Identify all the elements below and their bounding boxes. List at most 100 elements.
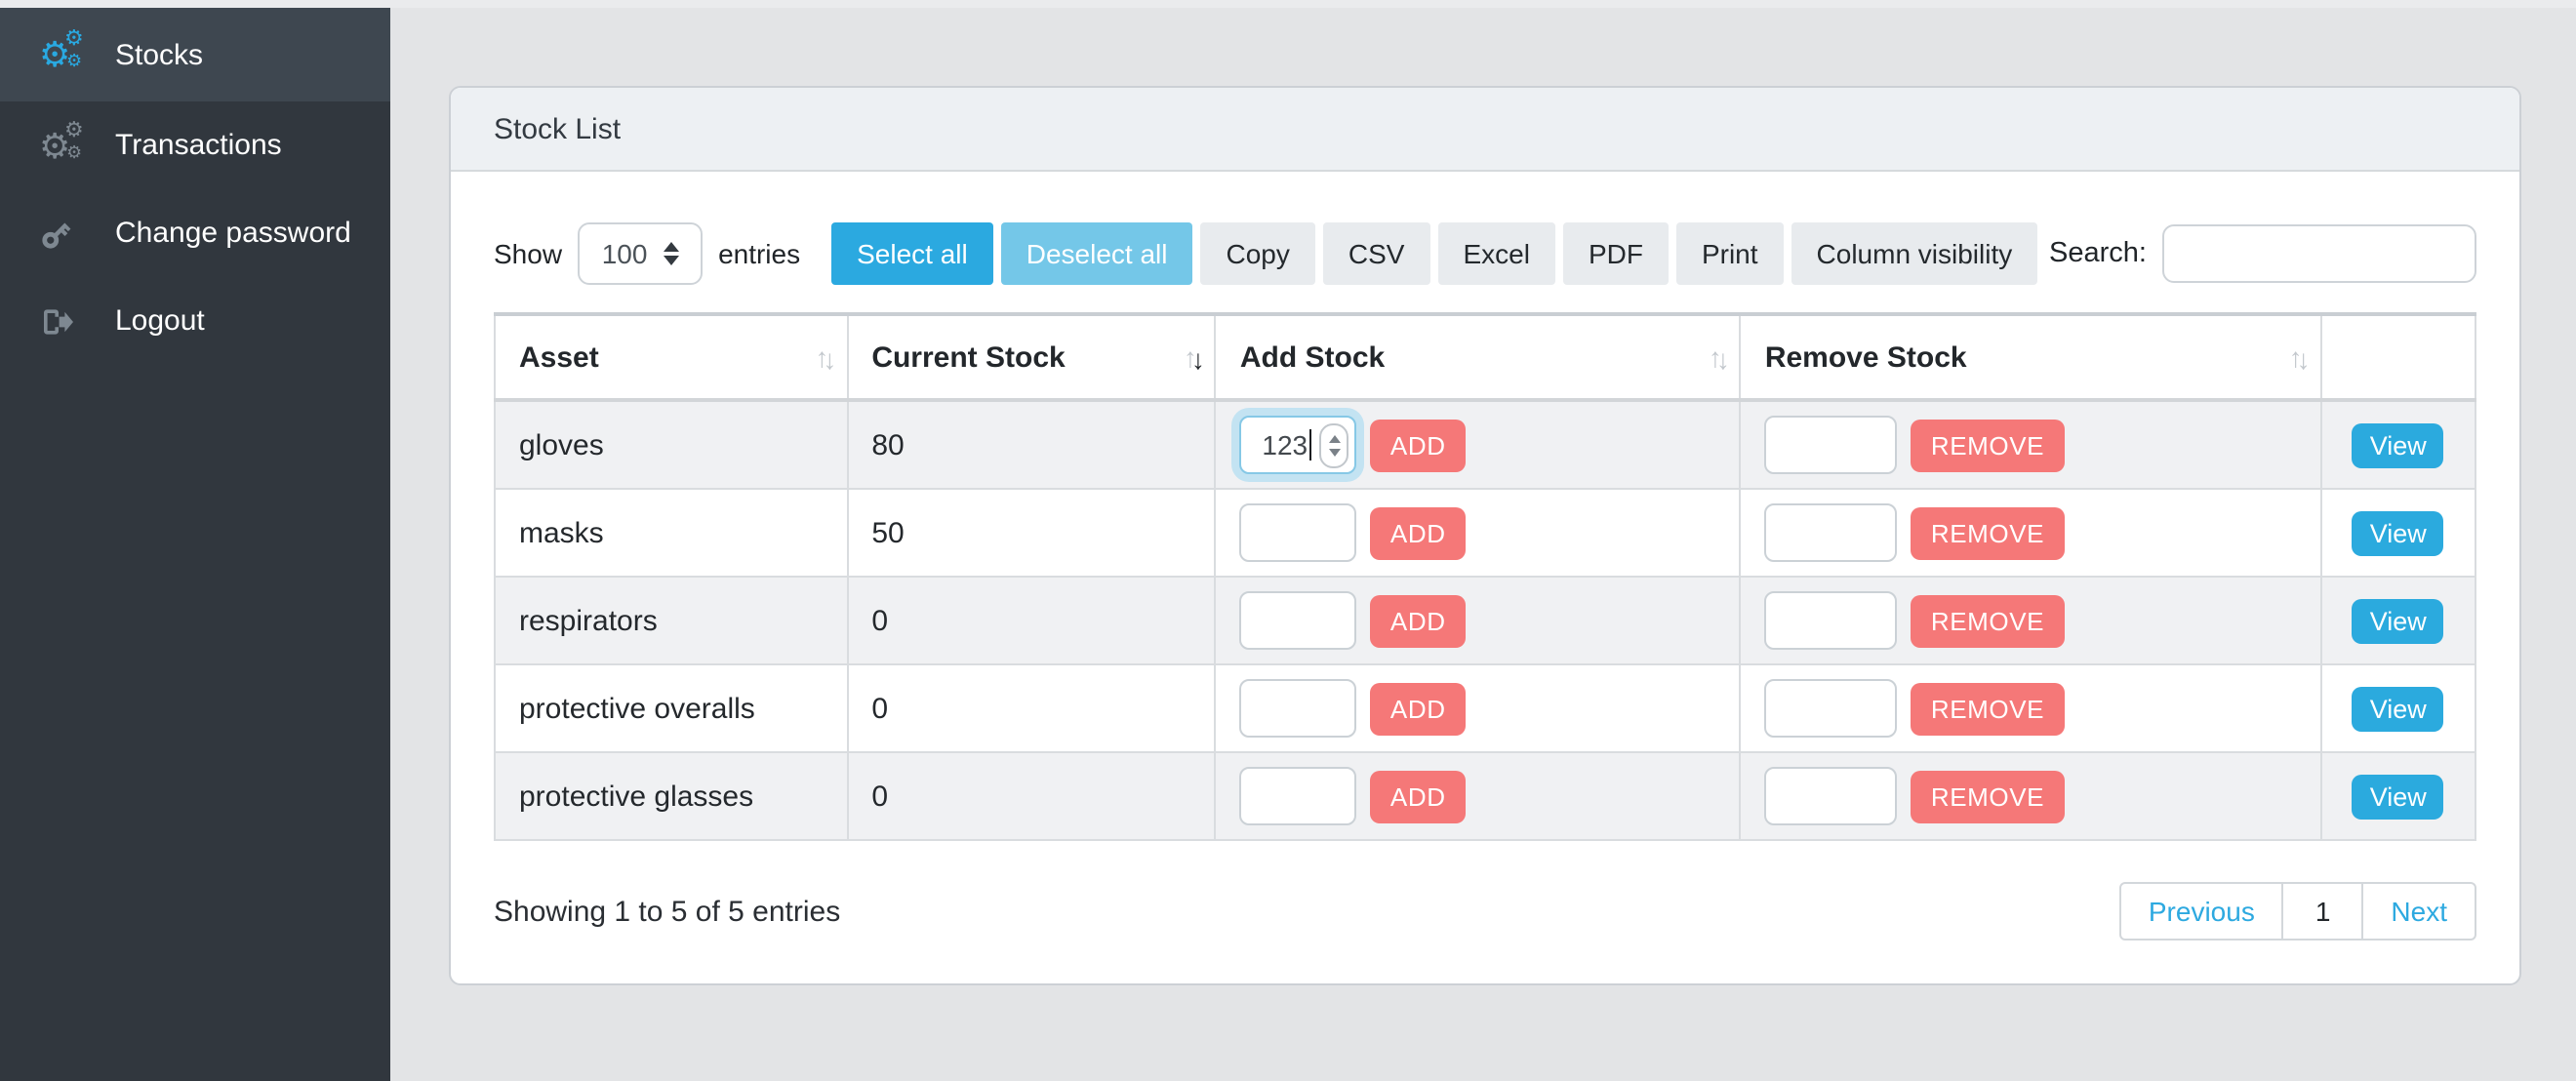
pagination-next[interactable]: Next — [2361, 882, 2476, 941]
view-button[interactable]: View — [2352, 510, 2444, 555]
column-header-remove-stock[interactable]: Remove Stock ↑↓ — [1739, 313, 2322, 402]
show-label: Show — [494, 238, 563, 269]
sidebar: ⚙︎ ⚙︎ ⚙︎ Stocks ⚙︎ ⚙︎ ⚙︎ Transactions Change pas… — [0, 8, 390, 1081]
print-button[interactable]: Print — [1675, 222, 1784, 285]
add-button[interactable]: ADD — [1370, 506, 1466, 559]
remove-stock-input[interactable] — [1764, 416, 1898, 474]
add-stock-cell: ADD — [1214, 488, 1742, 578]
column-label: Remove Stock — [1764, 340, 1967, 374]
number-stepper-icon[interactable] — [1319, 422, 1349, 467]
select-arrows-icon — [663, 242, 679, 265]
remove-stock-input[interactable] — [1764, 767, 1898, 825]
add-stock-input[interactable]: 123 — [1239, 416, 1357, 474]
view-cell: View — [2319, 751, 2477, 841]
table-footer: Showing 1 to 5 of 5 entries Previous 1 N… — [494, 882, 2476, 941]
add-stock-value: 123 — [1262, 429, 1308, 460]
view-button[interactable]: View — [2352, 686, 2444, 731]
entries-info: Showing 1 to 5 of 5 entries — [494, 895, 841, 928]
top-strip — [0, 0, 2576, 8]
table-row: protective overalls 0 ADD REMOVE View — [494, 663, 2477, 753]
excel-button[interactable]: Excel — [1437, 222, 1555, 285]
column-header-current-stock[interactable]: Current Stock ↑↓ — [846, 313, 1217, 402]
current-stock-cell: 0 — [846, 663, 1217, 753]
table-row: protective glasses 0 ADD REMOVE View — [494, 751, 2477, 841]
add-stock-input[interactable] — [1239, 503, 1357, 562]
search-input[interactable] — [2162, 224, 2476, 283]
asset-cell: masks — [494, 488, 849, 578]
sidebar-item-change-password[interactable]: Change password — [0, 189, 390, 277]
pagination-page-1[interactable]: 1 — [2281, 882, 2364, 941]
app-root: ⚙︎ ⚙︎ ⚙︎ Stocks ⚙︎ ⚙︎ ⚙︎ Transactions Change pas… — [0, 0, 2576, 1081]
asset-cell: protective glasses — [494, 751, 849, 841]
datatable-buttons: Select all Deselect all Copy CSV Excel PDF Pri… — [831, 222, 2045, 285]
column-label: Add Stock — [1239, 340, 1386, 374]
deselect-all-button[interactable]: Deselect all — [1000, 222, 1193, 285]
page-length-select[interactable]: 100 — [578, 222, 704, 285]
copy-button[interactable]: Copy — [1200, 222, 1315, 285]
current-stock-cell: 50 — [846, 488, 1217, 578]
column-header-add-stock[interactable]: Add Stock ↑↓ — [1214, 313, 1742, 402]
remove-button[interactable]: REMOVE — [1911, 419, 2065, 471]
sidebar-item-label: Change password — [115, 217, 351, 250]
key-icon — [39, 212, 92, 255]
card-header: Stock List — [451, 88, 2519, 172]
asset-cell: protective overalls — [494, 663, 849, 753]
add-stock-input[interactable] — [1239, 767, 1357, 825]
pdf-button[interactable]: PDF — [1562, 222, 1669, 285]
asset-cell: respirators — [494, 576, 849, 665]
remove-stock-input[interactable] — [1764, 503, 1898, 562]
entries-label: entries — [718, 238, 801, 269]
table-row: respirators 0 ADD REMOVE View — [494, 576, 2477, 665]
sidebar-item-logout[interactable]: Logout — [0, 277, 390, 365]
logout-icon — [39, 300, 92, 342]
current-stock-cell: 0 — [846, 576, 1217, 665]
stock-table: Asset ↑↓ Current Stock ↑↓ Add Stock ↑↓ Remove … — [494, 312, 2477, 841]
stock-list-card: Stock List Show 100 entries Select all De… — [449, 86, 2521, 985]
page-title: Stock List — [494, 112, 622, 145]
view-button[interactable]: View — [2352, 598, 2444, 643]
page-length-value: 100 — [601, 238, 648, 269]
sort-icon: ↑↓ — [815, 341, 836, 375]
view-button[interactable]: View — [2352, 774, 2444, 819]
csv-button[interactable]: CSV — [1322, 222, 1430, 285]
sort-icon: ↑↓ — [1183, 341, 1205, 375]
remove-button[interactable]: REMOVE — [1911, 682, 2065, 735]
remove-stock-cell: REMOVE — [1739, 488, 2322, 578]
add-stock-cell: ADD — [1214, 576, 1742, 665]
select-all-button[interactable]: Select all — [831, 222, 993, 285]
view-cell: View — [2319, 576, 2477, 665]
remove-stock-cell: REMOVE — [1739, 576, 2322, 665]
remove-button[interactable]: REMOVE — [1911, 770, 2065, 822]
add-button[interactable]: ADD — [1370, 594, 1466, 647]
pagination-previous[interactable]: Previous — [2118, 882, 2284, 941]
sidebar-item-label: Transactions — [115, 129, 282, 162]
view-button[interactable]: View — [2352, 422, 2444, 467]
add-button[interactable]: ADD — [1370, 682, 1466, 735]
table-head: Asset ↑↓ Current Stock ↑↓ Add Stock ↑↓ Remove … — [494, 313, 2477, 402]
sort-icon: ↑↓ — [2288, 341, 2311, 375]
add-stock-input[interactable] — [1239, 591, 1357, 650]
remove-stock-input[interactable] — [1764, 591, 1898, 650]
sidebar-item-stocks[interactable]: ⚙︎ ⚙︎ ⚙︎ Stocks — [0, 8, 390, 101]
remove-stock-input[interactable] — [1764, 679, 1898, 738]
add-button[interactable]: ADD — [1370, 770, 1466, 822]
search-label: Search: — [2049, 238, 2147, 269]
add-button[interactable]: ADD — [1370, 419, 1466, 471]
current-stock-cell: 80 — [846, 399, 1217, 490]
column-header-asset[interactable]: Asset ↑↓ — [494, 313, 849, 402]
remove-button[interactable]: REMOVE — [1911, 506, 2065, 559]
sidebar-item-transactions[interactable]: ⚙︎ ⚙︎ ⚙︎ Transactions — [0, 101, 390, 189]
add-stock-input[interactable] — [1239, 679, 1357, 738]
view-cell: View — [2319, 663, 2477, 753]
table-row: gloves 80 123 ADD REMOVE View — [494, 399, 2477, 490]
search-group: Search: — [2049, 224, 2476, 283]
remove-stock-cell: REMOVE — [1739, 399, 2322, 490]
remove-button[interactable]: REMOVE — [1911, 594, 2065, 647]
asset-cell: gloves — [494, 399, 849, 490]
sidebar-item-label: Logout — [115, 304, 205, 338]
add-stock-cell: 123 ADD — [1214, 399, 1742, 490]
gears-icon: ⚙︎ ⚙︎ ⚙︎ — [39, 27, 84, 74]
column-visibility-button[interactable]: Column visibility — [1791, 222, 2038, 285]
gears-icon: ⚙︎ ⚙︎ ⚙︎ — [39, 118, 84, 165]
view-cell: View — [2319, 488, 2477, 578]
